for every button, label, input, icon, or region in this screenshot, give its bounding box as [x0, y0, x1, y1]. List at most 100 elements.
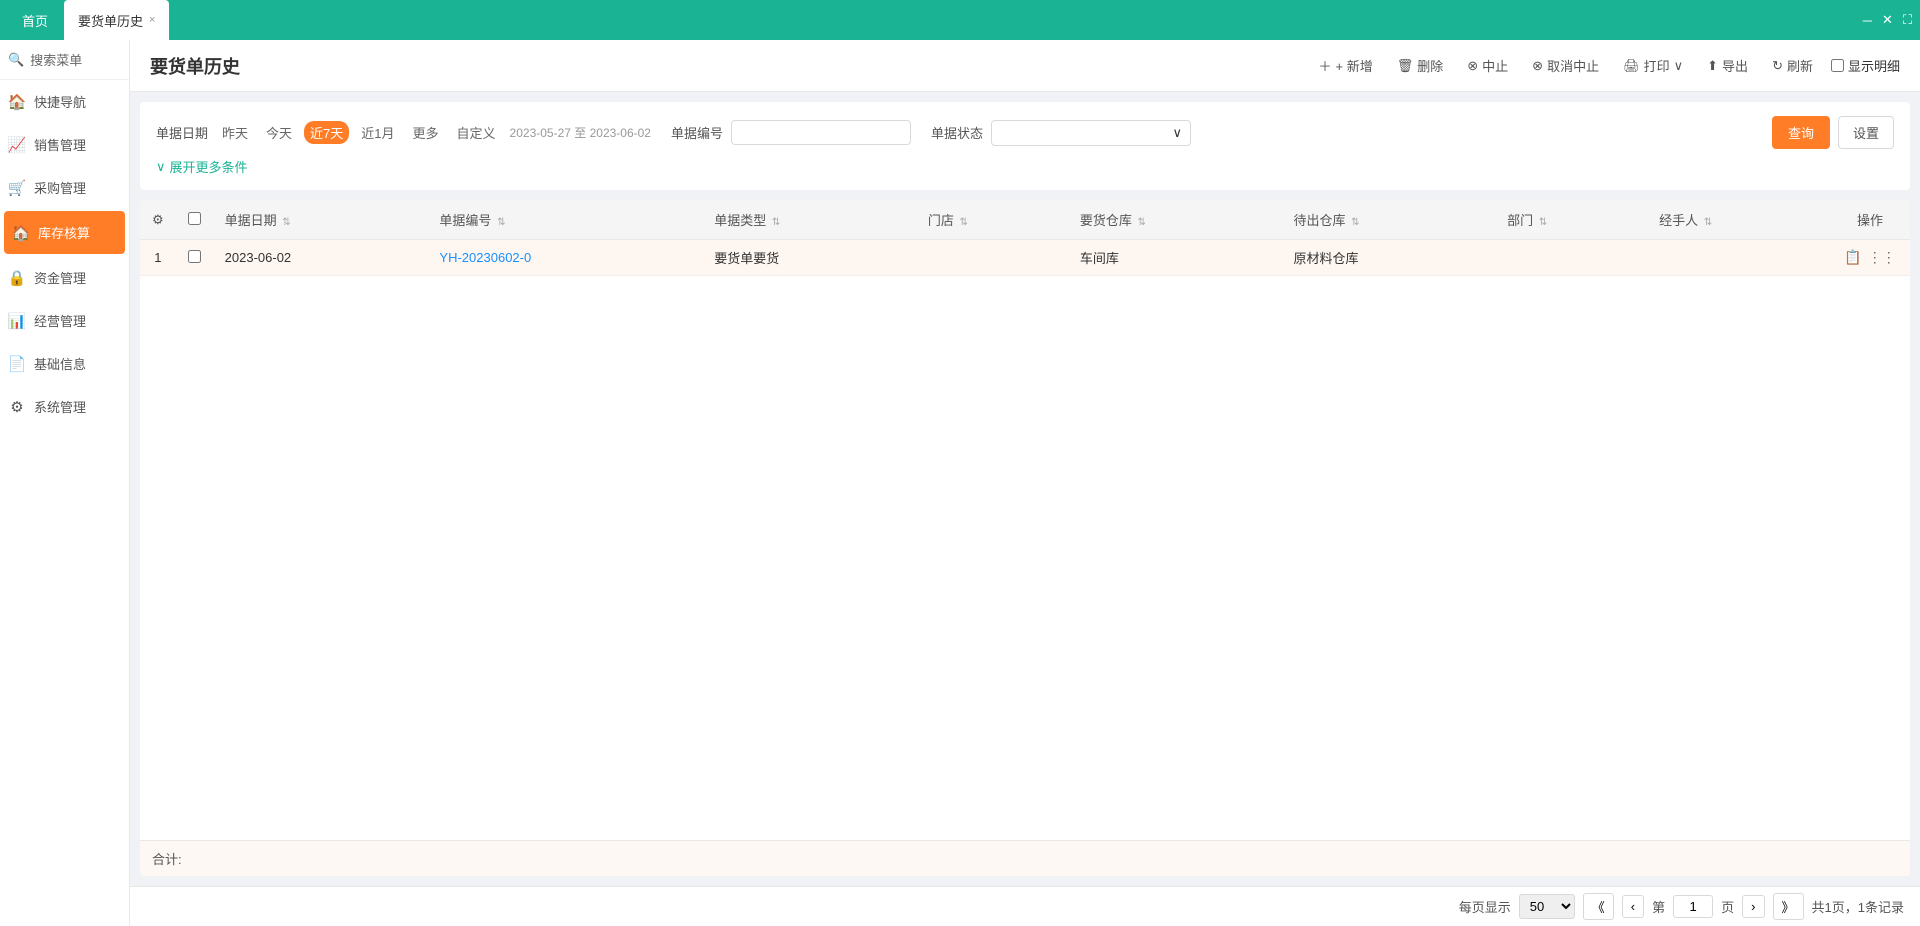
sales-icon: 📈: [8, 136, 26, 154]
filter-area: 单据日期 昨天 今天 近7天 近1月 更多 自定义 2023-05-27 至 2…: [140, 102, 1910, 190]
refresh-button[interactable]: ↻ 刷新: [1766, 52, 1819, 79]
sidebar-item-sales-mgmt[interactable]: 📈 销售管理: [0, 123, 129, 166]
sidebar-item-purchase-mgmt[interactable]: 🛒 采购管理: [0, 166, 129, 209]
col-header-handler: 经手人 ⇅: [1647, 200, 1830, 240]
sidebar-item-inventory[interactable]: 🏠 库存核算: [4, 211, 125, 254]
row-req-warehouse: 车间库: [1068, 240, 1282, 276]
req-warehouse-sort-icon[interactable]: ⇅: [1137, 217, 1145, 228]
fullscreen-icon[interactable]: ⛶: [1903, 12, 1912, 28]
date-last7days[interactable]: 近7天: [304, 121, 349, 144]
status-select[interactable]: ∨: [991, 120, 1191, 146]
tab-close-icon[interactable]: ×: [149, 14, 155, 26]
order-type-sort-icon[interactable]: ⇅: [772, 217, 780, 228]
department-sort-icon[interactable]: ⇅: [1539, 217, 1547, 228]
page-header: 要货单历史 ＋ + 新增 🗑 删除 ⊗ 中止 ⊗ 取消中止: [130, 40, 1920, 92]
pending-warehouse-sort-icon[interactable]: ⇅: [1351, 217, 1359, 228]
new-button[interactable]: ＋ + 新增: [1312, 52, 1378, 79]
date-yesterday[interactable]: 昨天: [216, 121, 254, 144]
cancel-suspend-button[interactable]: ⊗ 取消中止: [1526, 52, 1605, 79]
date-last1month[interactable]: 近1月: [355, 121, 400, 144]
row-order-type: 要货单要货: [702, 240, 916, 276]
date-sort-icon[interactable]: ⇅: [282, 217, 290, 228]
sidebar-search[interactable]: 🔍 搜索菜单: [0, 40, 129, 80]
last-page-button[interactable]: 》: [1773, 893, 1804, 920]
row-pending-warehouse: 原材料仓库: [1282, 240, 1496, 276]
store-sort-icon[interactable]: ⇅: [960, 217, 968, 228]
export-icon: ⬆: [1707, 58, 1718, 74]
home-icon: 🏠: [8, 93, 26, 111]
row-department: [1495, 240, 1647, 276]
minimize-icon[interactable]: ─: [1863, 13, 1872, 28]
close-window-icon[interactable]: ✕: [1882, 12, 1893, 28]
date-today[interactable]: 今天: [260, 121, 298, 144]
action-icons: 📋 ⋮⋮: [1842, 249, 1898, 266]
table-area: ⚙ 单据日期 ⇅ 单据编号 ⇅ 单据类型: [140, 200, 1910, 876]
order-no-input[interactable]: [731, 120, 911, 145]
col-header-order-type: 单据类型 ⇅: [702, 200, 916, 240]
table-header-row: ⚙ 单据日期 ⇅ 单据编号 ⇅ 单据类型: [140, 200, 1910, 240]
select-all-checkbox[interactable]: [188, 212, 201, 225]
row-num: 1: [140, 240, 176, 276]
sidebar-item-finance-mgmt[interactable]: 🔒 资金管理: [0, 256, 129, 299]
sidebar-item-system-mgmt[interactable]: ⚙ 系统管理: [0, 385, 129, 428]
col-header-req-warehouse: 要货仓库 ⇅: [1068, 200, 1282, 240]
sidebar: 🔍 搜索菜单 🏠 快捷导航 📈 销售管理 🛒 采购管理 🏠 库存核算 🔒 资金管…: [0, 40, 130, 926]
suspend-button[interactable]: ⊗ 中止: [1461, 52, 1514, 79]
col-header-department: 部门 ⇅: [1495, 200, 1647, 240]
basic-info-icon: 📄: [8, 355, 26, 373]
order-no-link[interactable]: YH-20230602-0: [439, 250, 531, 265]
tab-home[interactable]: 首页: [8, 0, 62, 40]
suspend-icon: ⊗: [1467, 58, 1478, 74]
order-no-sort-icon[interactable]: ⇅: [497, 217, 505, 228]
purchase-icon: 🛒: [8, 179, 26, 197]
date-custom[interactable]: 自定义: [451, 121, 502, 144]
date-more[interactable]: 更多: [407, 121, 445, 144]
handler-sort-icon[interactable]: ⇅: [1704, 217, 1712, 228]
status-select-arrow: ∨: [1173, 125, 1183, 141]
expand-icon: ∨: [156, 159, 166, 175]
sidebar-item-basic-info[interactable]: 📄 基础信息: [0, 342, 129, 385]
next-page-button[interactable]: ›: [1742, 895, 1764, 918]
print-button[interactable]: 🖨 打印 ∨: [1617, 52, 1689, 79]
prev-page-button[interactable]: ‹: [1622, 895, 1644, 918]
page-title: 要货单历史: [150, 53, 240, 79]
row-checkbox[interactable]: [176, 240, 213, 276]
col-header-store: 门店 ⇅: [916, 200, 1068, 240]
toolbar: ＋ + 新增 🗑 删除 ⊗ 中止 ⊗ 取消中止 🖨 打印: [1312, 52, 1900, 79]
delete-icon: 🗑: [1397, 58, 1414, 74]
col-header-date: 单据日期 ⇅: [213, 200, 428, 240]
table-wrap: ⚙ 单据日期 ⇅ 单据编号 ⇅ 单据类型: [140, 200, 1910, 840]
sidebar-item-quick-nav[interactable]: 🏠 快捷导航: [0, 80, 129, 123]
content-area: 要货单历史 ＋ + 新增 🗑 删除 ⊗ 中止 ⊗ 取消中止: [130, 40, 1920, 926]
row-select-checkbox[interactable]: [188, 250, 201, 263]
display-detail-checkbox[interactable]: [1831, 59, 1844, 72]
sidebar-item-operations-mgmt[interactable]: 📊 经营管理: [0, 299, 129, 342]
settings-button[interactable]: 设置: [1838, 116, 1894, 149]
filter-order-no: 单据编号: [671, 120, 911, 145]
row-order-no[interactable]: YH-20230602-0: [427, 240, 702, 276]
expand-filter-button[interactable]: ∨ 展开更多条件: [156, 157, 1894, 176]
page-number-input[interactable]: [1673, 895, 1713, 918]
top-bar: 首页 要货单历史 × ─ ✕ ⛶: [0, 0, 1920, 40]
refresh-icon: ↻: [1772, 58, 1783, 74]
date-range-display: 2023-05-27 至 2023-06-02: [510, 124, 651, 141]
row-actions: 📋 ⋮⋮: [1830, 240, 1910, 276]
date-filter: 昨天 今天 近7天 近1月 更多 自定义: [216, 121, 502, 144]
display-detail-toggle[interactable]: 显示明细: [1831, 56, 1900, 75]
finance-icon: 🔒: [8, 269, 26, 287]
main-layout: 🔍 搜索菜单 🏠 快捷导航 📈 销售管理 🛒 采购管理 🏠 库存核算 🔒 资金管…: [0, 40, 1920, 926]
filter-date: 单据日期 昨天 今天 近7天 近1月 更多 自定义 2023-05-27 至 2…: [156, 121, 651, 144]
row-date: 2023-06-02: [213, 240, 428, 276]
tab-requisition-history[interactable]: 要货单历史 ×: [64, 0, 169, 40]
row-delete-icon[interactable]: ⋮⋮: [1868, 249, 1896, 266]
col-header-checkbox[interactable]: [176, 200, 213, 240]
data-table: ⚙ 单据日期 ⇅ 单据编号 ⇅ 单据类型: [140, 200, 1910, 276]
row-edit-icon[interactable]: 📋: [1844, 249, 1861, 266]
page-size-select[interactable]: 50 10 20 100: [1519, 894, 1575, 919]
delete-button[interactable]: 🗑 删除: [1391, 52, 1450, 79]
export-button[interactable]: ⬆ 导出: [1701, 52, 1754, 79]
first-page-button[interactable]: 《: [1583, 893, 1614, 920]
col-header-order-no: 单据编号 ⇅: [427, 200, 702, 240]
search-button[interactable]: 查询: [1772, 116, 1830, 149]
table-row: 1 2023-06-02 YH-20230602-0 要货单要货 车间库 原材料…: [140, 240, 1910, 276]
